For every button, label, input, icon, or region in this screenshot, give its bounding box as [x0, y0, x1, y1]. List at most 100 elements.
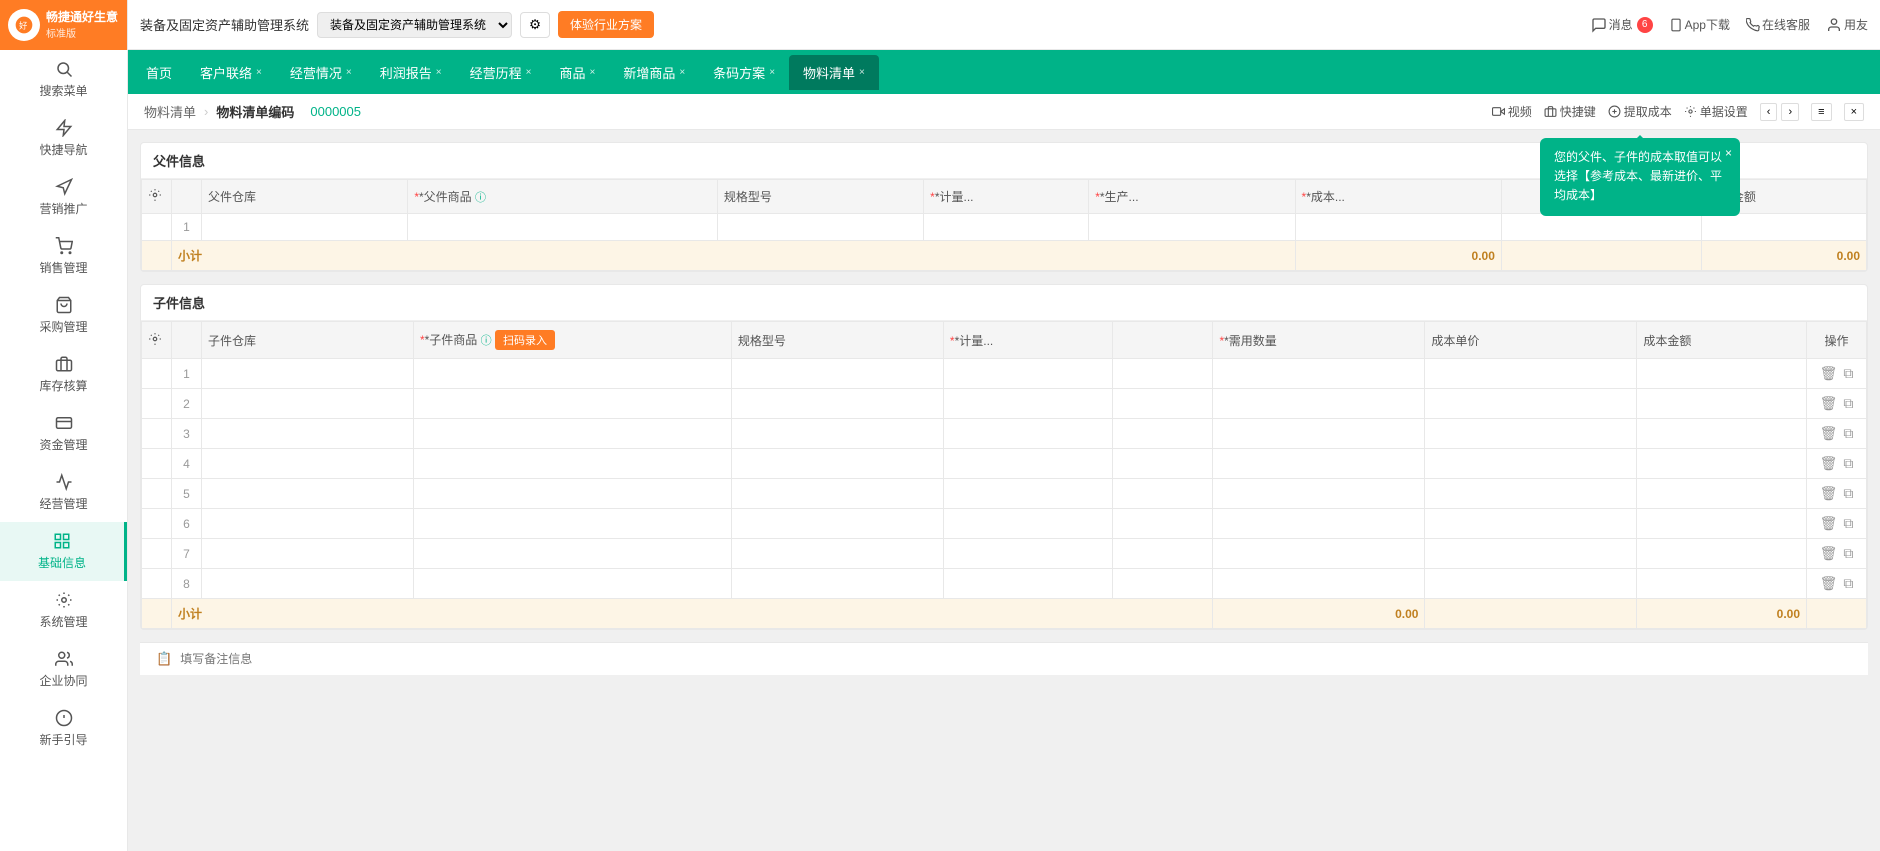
child-r6-copy-icon[interactable]: ⧉	[1843, 515, 1853, 532]
tooltip-close[interactable]: ×	[1725, 144, 1732, 163]
child-r5-delete-icon[interactable]: 🗑	[1820, 485, 1838, 502]
child-r4-unit-cost[interactable]	[1425, 449, 1637, 479]
child-r1-copy-icon[interactable]: ⧉	[1843, 365, 1853, 382]
child-r7-unit[interactable]	[943, 539, 1113, 569]
breadcrumb-list[interactable]: 物料清单	[144, 102, 196, 121]
tab-operations-status[interactable]: 经营情况 ×	[276, 55, 366, 90]
child-r8-unit[interactable]	[943, 569, 1113, 599]
child-r1-delete-icon[interactable]: 🗑	[1820, 365, 1838, 382]
next-btn[interactable]: ›	[1781, 103, 1799, 121]
prev-btn[interactable]: ‹	[1760, 103, 1778, 121]
shortcut-action[interactable]: 快捷键	[1544, 103, 1596, 120]
sidebar-item-inventory[interactable]: 库存核算	[0, 345, 127, 404]
child-r4-qty[interactable]	[1213, 449, 1425, 479]
parent-row1-product[interactable]	[408, 214, 718, 241]
sidebar-item-enterprise[interactable]: 企业协同	[0, 640, 127, 699]
child-r2-unit-cost[interactable]	[1425, 389, 1637, 419]
child-r3-warehouse[interactable]	[202, 419, 414, 449]
settings-button[interactable]: ⚙	[520, 12, 550, 38]
child-product-info-icon[interactable]: ⓘ	[481, 335, 492, 347]
child-r8-qty[interactable]	[1213, 569, 1425, 599]
scan-btn[interactable]: 扫码录入	[495, 330, 555, 350]
child-r8-product[interactable]	[413, 569, 731, 599]
tab-close-operations-status[interactable]: ×	[346, 67, 352, 78]
child-r4-copy-icon[interactable]: ⧉	[1843, 455, 1853, 472]
child-r7-delete-icon[interactable]: 🗑	[1820, 545, 1838, 562]
tab-products[interactable]: 商品 ×	[545, 55, 609, 90]
child-r5-qty[interactable]	[1213, 479, 1425, 509]
child-r6-unit[interactable]	[943, 509, 1113, 539]
online-service-link[interactable]: 在线客服	[1746, 16, 1810, 33]
sidebar-item-finance[interactable]: 资金管理	[0, 404, 127, 463]
child-r1-unit-cost[interactable]	[1425, 359, 1637, 389]
tab-new-products[interactable]: 新增商品 ×	[609, 55, 699, 90]
child-r7-copy-icon[interactable]: ⧉	[1843, 545, 1853, 562]
child-r2-spec[interactable]	[731, 389, 943, 419]
tab-close-customers[interactable]: ×	[256, 67, 262, 78]
child-r4-warehouse[interactable]	[202, 449, 414, 479]
child-r1-spec[interactable]	[731, 359, 943, 389]
child-r8-delete-icon[interactable]: 🗑	[1820, 575, 1838, 592]
child-r8-warehouse[interactable]	[202, 569, 414, 599]
sidebar-item-basic[interactable]: 基础信息	[0, 522, 127, 581]
sidebar-item-search[interactable]: 搜索菜单	[0, 50, 127, 109]
sidebar-item-guide[interactable]: 新手引导	[0, 699, 127, 758]
tab-profit-report[interactable]: 利润报告 ×	[366, 55, 456, 90]
tab-close-products[interactable]: ×	[589, 67, 595, 78]
child-r4-delete-icon[interactable]: 🗑	[1820, 455, 1838, 472]
child-r8-unit-cost[interactable]	[1425, 569, 1637, 599]
child-r3-product[interactable]	[413, 419, 731, 449]
parent-row1-warehouse[interactable]	[202, 214, 408, 241]
child-r1-product[interactable]	[413, 359, 731, 389]
parent-row1-unit[interactable]	[924, 214, 1089, 241]
single-settings-action[interactable]: 单据设置	[1684, 103, 1748, 120]
child-r7-product[interactable]	[413, 539, 731, 569]
child-r3-spec[interactable]	[731, 419, 943, 449]
sidebar-item-quicknav[interactable]: 快捷导航	[0, 109, 127, 168]
child-r1-qty[interactable]	[1213, 359, 1425, 389]
child-r1-warehouse[interactable]	[202, 359, 414, 389]
child-r1-unit[interactable]	[943, 359, 1113, 389]
child-r5-unit[interactable]	[943, 479, 1113, 509]
close-form-btn[interactable]: ×	[1844, 103, 1864, 121]
sidebar-item-operations[interactable]: 经营管理	[0, 463, 127, 522]
tab-close-operation-history[interactable]: ×	[526, 67, 532, 78]
sidebar-item-marketing[interactable]: 营销推广	[0, 168, 127, 227]
child-r7-qty[interactable]	[1213, 539, 1425, 569]
child-r5-product[interactable]	[413, 479, 731, 509]
tab-barcode[interactable]: 条码方案 ×	[699, 55, 789, 90]
child-r3-unit-cost[interactable]	[1425, 419, 1637, 449]
tab-close-new-products[interactable]: ×	[679, 67, 685, 78]
child-r4-product[interactable]	[413, 449, 731, 479]
sidebar-item-system[interactable]: 系统管理	[0, 581, 127, 640]
view-action[interactable]: 视频	[1492, 103, 1532, 120]
extract-cost-action[interactable]: 提取成本	[1608, 103, 1672, 120]
child-r2-qty[interactable]	[1213, 389, 1425, 419]
tab-customers[interactable]: 客户联络 ×	[186, 55, 276, 90]
parent-product-info-icon[interactable]: ⓘ	[475, 192, 486, 204]
child-r2-product[interactable]	[413, 389, 731, 419]
messages-link[interactable]: 消息 6	[1591, 16, 1653, 33]
app-download-link[interactable]: App下载	[1669, 16, 1730, 33]
child-r2-delete-icon[interactable]: 🗑	[1820, 395, 1838, 412]
user-avatar[interactable]: 用友	[1826, 16, 1868, 33]
child-r6-delete-icon[interactable]: 🗑	[1820, 515, 1838, 532]
child-r2-copy-icon[interactable]: ⧉	[1843, 395, 1853, 412]
experience-btn[interactable]: 体验行业方案	[558, 11, 654, 38]
child-r7-unit-cost[interactable]	[1425, 539, 1637, 569]
child-r7-spec[interactable]	[731, 539, 943, 569]
tab-operation-history[interactable]: 经营历程 ×	[456, 55, 546, 90]
child-r5-copy-icon[interactable]: ⧉	[1843, 485, 1853, 502]
child-r8-spec[interactable]	[731, 569, 943, 599]
tab-home[interactable]: 首页	[132, 55, 186, 90]
child-r6-product[interactable]	[413, 509, 731, 539]
child-r5-unit-cost[interactable]	[1425, 479, 1637, 509]
parent-row1-cost[interactable]	[1295, 214, 1501, 241]
child-r7-warehouse[interactable]	[202, 539, 414, 569]
tab-close-bom[interactable]: ×	[859, 67, 865, 78]
child-r6-spec[interactable]	[731, 509, 943, 539]
child-r2-unit[interactable]	[943, 389, 1113, 419]
parent-row1-production[interactable]	[1089, 214, 1295, 241]
child-r2-warehouse[interactable]	[202, 389, 414, 419]
child-r5-spec[interactable]	[731, 479, 943, 509]
